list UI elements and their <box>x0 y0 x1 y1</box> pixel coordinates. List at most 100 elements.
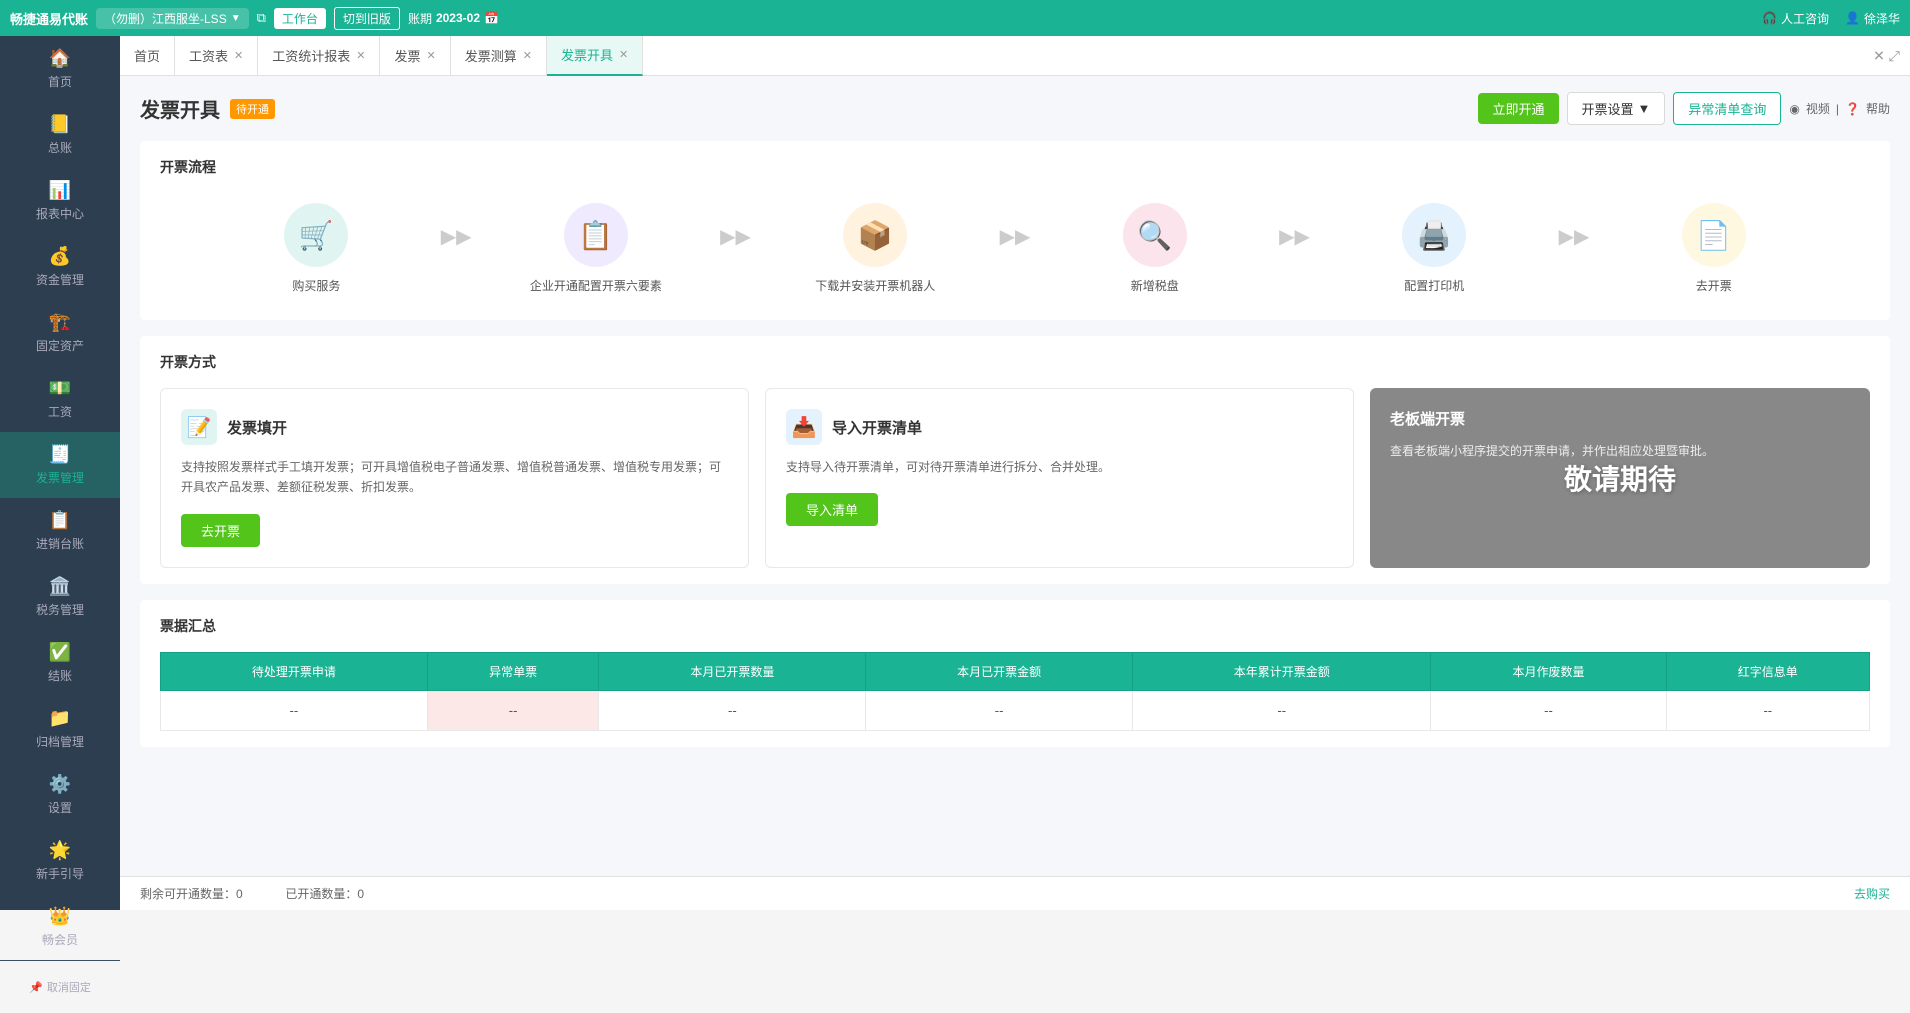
col-pending: 待处理开票申请 <box>161 652 428 690</box>
member-icon: 👑 <box>49 906 71 927</box>
step2-icon: 📋 <box>564 203 628 267</box>
import-icon: 📥 <box>786 409 822 445</box>
page-header-btns: 立即开通 开票设置 ▼ 异常清单查询 ◉ 视频 | ❓ 帮助 <box>1478 92 1890 125</box>
tab-home[interactable]: 首页 <box>120 36 175 76</box>
view-label: 视频 <box>1806 100 1830 117</box>
tab-invoice-open-label: 发票开具 <box>561 45 613 64</box>
ledger-icon: 📒 <box>49 114 71 135</box>
method-card-boss: 老板端开票 查看老板端小程序提交的开票申请，并作出相应处理暨审批。 敬请期待 <box>1370 388 1870 568</box>
close-all-icon[interactable]: ✕ <box>1873 47 1885 64</box>
col-red-note: 红字信息单 <box>1666 652 1869 690</box>
import-title-label: 导入开票清单 <box>832 417 922 438</box>
top-bar-right: 🎧 人工咨询 👤 徐泽华 <box>1762 10 1900 27</box>
settings-button[interactable]: 开票设置 ▼ <box>1567 92 1666 125</box>
header-help-icons: ◉ 视频 | ❓ 帮助 <box>1789 100 1890 117</box>
sidebar-item-finance[interactable]: 💰 资金管理 <box>0 234 120 300</box>
sidebar-item-close[interactable]: ✅ 结账 <box>0 630 120 696</box>
import-list-button[interactable]: 导入清单 <box>786 493 878 526</box>
pin-button[interactable]: 📌 取消固定 <box>0 971 120 1003</box>
tab-home-label: 首页 <box>134 46 160 65</box>
tab-invoice-calc[interactable]: 发票测算 ✕ <box>451 36 547 76</box>
sidebar-item-member[interactable]: 👑 畅会员 <box>0 894 120 960</box>
sidebar-item-home[interactable]: 🏠 首页 <box>0 36 120 102</box>
summary-table: 待处理开票申请 异常单票 本月已开票数量 本月已开票金额 本年累计开票金额 本月… <box>160 652 1870 731</box>
copy-icon[interactable]: ⧉ <box>257 10 266 26</box>
sidebar-item-guide[interactable]: 🌟 新手引导 <box>0 828 120 894</box>
sidebar-label-salary: 工资 <box>48 403 72 420</box>
sidebar-label-guide: 新手引导 <box>36 865 84 882</box>
anomaly-button[interactable]: 异常清单查询 <box>1673 92 1781 125</box>
service-link[interactable]: 🎧 人工咨询 <box>1762 10 1829 27</box>
go-open-ticket-button[interactable]: 去开票 <box>181 514 260 547</box>
tax-icon: 🏛️ <box>49 576 71 597</box>
manual-icon: 📝 <box>181 409 217 445</box>
sidebar-item-invoice[interactable]: 🧾 发票管理 <box>0 432 120 498</box>
app-logo: 畅捷通易代账 <box>10 9 88 28</box>
col-void-count: 本月作废数量 <box>1431 652 1666 690</box>
arrow3: ▶▶ <box>992 224 1039 249</box>
sidebar-item-salary[interactable]: 💵 工资 <box>0 366 120 432</box>
sidebar-label-tax: 税务管理 <box>36 601 84 618</box>
user-avatar-icon: 👤 <box>1845 11 1860 25</box>
tab-salary[interactable]: 工资表 ✕ <box>175 36 258 76</box>
sidebar-item-ledger[interactable]: 📒 总账 <box>0 102 120 168</box>
tab-invoice-calc-label: 发票测算 <box>465 46 517 65</box>
col-month-count: 本月已开票数量 <box>599 652 866 690</box>
guide-icon: 🌟 <box>49 840 71 861</box>
step1-icon: 🛒 <box>284 203 348 267</box>
sidebar-item-purchases[interactable]: 📋 进销台账 <box>0 498 120 564</box>
main-layout: 🏠 首页 📒 总账 📊 报表中心 💰 资金管理 🏗️ 固定资产 💵 工资 🧾 发… <box>0 36 1910 910</box>
service-label: 人工咨询 <box>1781 10 1829 27</box>
switch-version-button[interactable]: 切到旧版 <box>334 7 400 30</box>
col-year-amount: 本年累计开票金额 <box>1133 652 1431 690</box>
user-profile[interactable]: 👤 徐泽华 <box>1845 10 1900 27</box>
open-now-button[interactable]: 立即开通 <box>1478 93 1558 124</box>
sidebar-label-settings: 设置 <box>48 799 72 816</box>
tab-invoice-close[interactable]: ✕ <box>427 49 436 62</box>
settings-btn-label: 开票设置 <box>1582 99 1634 118</box>
video-icon[interactable]: ◉ <box>1789 102 1799 116</box>
sidebar-item-tax[interactable]: 🏛️ 税务管理 <box>0 564 120 630</box>
calendar-icon[interactable]: 📅 <box>484 11 499 25</box>
step5-label: 配置打印机 <box>1404 277 1464 294</box>
cell-month-count: -- <box>599 690 866 730</box>
tab-invoice-open-close[interactable]: ✕ <box>619 48 628 61</box>
tab-invoice-open[interactable]: 发票开具 ✕ <box>547 36 643 76</box>
tab-salary-report-close[interactable]: ✕ <box>356 49 365 62</box>
period-value: 2023-02 <box>436 11 480 25</box>
purchases-icon: 📋 <box>49 510 71 531</box>
step1-label: 购买服务 <box>292 277 340 294</box>
company-selector[interactable]: （勿删）江西服坐-LSS ▼ <box>96 8 249 29</box>
archive-icon: 📁 <box>49 708 71 729</box>
settings-icon: ⚙️ <box>49 774 71 795</box>
tab-invoice[interactable]: 发票 ✕ <box>380 36 450 76</box>
summary-row: -- -- -- -- -- -- -- <box>161 690 1870 730</box>
tab-salary-report[interactable]: 工资统计报表 ✕ <box>258 36 380 76</box>
question-icon[interactable]: ❓ <box>1845 102 1860 116</box>
sidebar-item-archive[interactable]: 📁 归档管理 <box>0 696 120 762</box>
import-card-title: 📥 导入开票清单 <box>786 409 1333 445</box>
workspace-button[interactable]: 工作台 <box>274 8 326 29</box>
finance-icon: 💰 <box>49 246 71 267</box>
flow-step-5: 🖨️ 配置打印机 <box>1318 203 1551 294</box>
tab-salary-close[interactable]: ✕ <box>234 49 243 62</box>
sidebar-item-settings[interactable]: ⚙️ 设置 <box>0 762 120 828</box>
step6-icon: 📄 <box>1682 203 1746 267</box>
tab-invoice-calc-close[interactable]: ✕ <box>523 49 532 62</box>
restore-icon[interactable]: ⤢ <box>1889 47 1900 64</box>
flow-step-4: 🔍 新增税盘 <box>1038 203 1271 294</box>
sidebar-label-reports: 报表中心 <box>36 205 84 222</box>
method-section: 开票方式 📝 发票填开 支持按照发票样式手工填开发票；可开具增值税电子普通发票、… <box>140 336 1890 584</box>
home-icon: 🏠 <box>49 48 71 69</box>
coming-soon-label: 敬请期待 <box>1564 458 1676 498</box>
period-selector[interactable]: 账期 2023-02 📅 <box>408 10 499 27</box>
sidebar-label-archive: 归档管理 <box>36 733 84 750</box>
flow-section-title: 开票流程 <box>160 157 1870 177</box>
flow-section: 开票流程 🛒 购买服务 ▶▶ 📋 企业开通配置开票六要素 <box>140 141 1890 320</box>
sidebar-item-reports[interactable]: 📊 报表中心 <box>0 168 120 234</box>
buy-link[interactable]: 去购买 <box>1854 885 1890 902</box>
close-icon: ✅ <box>49 642 71 663</box>
period-label: 账期 <box>408 10 432 27</box>
invoice-icon: 🧾 <box>49 444 71 465</box>
sidebar-item-assets[interactable]: 🏗️ 固定资产 <box>0 300 120 366</box>
